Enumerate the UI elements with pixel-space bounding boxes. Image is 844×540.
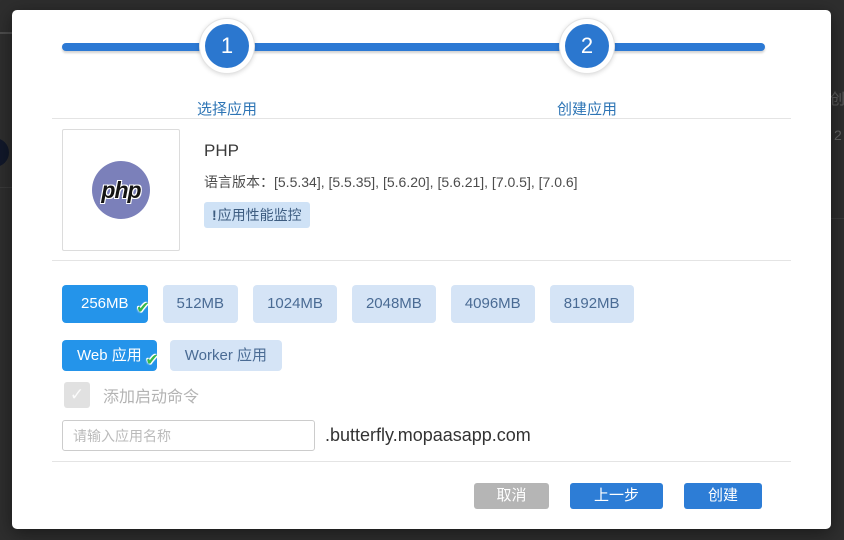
create-button[interactable]: 创建 [684,483,762,509]
selected-check-icon: ✔ [145,352,159,369]
app-type-option-worker[interactable]: Worker 应用 ✔ [169,340,282,371]
apm-badge-label: 应用性能监控 [217,207,302,223]
memory-option-label: 256MB [81,295,129,312]
exclamation-icon: ! [212,207,217,223]
background-fragment-line [0,32,12,34]
dialog-footer: 取消 上一步 创建 [12,483,762,509]
step-2-number: 2 [565,24,609,68]
domain-suffix: .butterfly.mopaasapp.com [325,425,531,445]
memory-options-row: 256MB ✔ 512MB ✔ 1024MB ✔ 2048MB ✔ 4096MB… [62,285,634,323]
php-logo-icon: php [92,161,150,219]
cancel-button[interactable]: 取消 [474,483,549,509]
create-app-dialog: 1 2 选择应用 创建应用 php PHP 语言版本：[5.5.34], [5.… [12,10,831,529]
memory-option-label: 8192MB [563,295,620,312]
selected-app-card: php [62,129,180,251]
background-text-fragment: 2 [834,127,842,143]
step-1-node[interactable]: 1 [199,18,255,74]
memory-option-2048mb[interactable]: 2048MB ✔ [351,285,436,323]
memory-option-256mb[interactable]: 256MB ✔ [62,285,150,323]
step-1-number: 1 [205,24,249,68]
stepper-progress-bar [62,43,765,51]
divider [52,260,791,261]
background-fragment-line [831,218,844,219]
app-info: PHP 语言版本：[5.5.34], [5.5.35], [5.6.20], [… [204,141,578,228]
selected-check-icon: ✔ [136,300,150,317]
previous-step-button[interactable]: 上一步 [570,483,663,509]
app-name-row: .butterfly.mopaasapp.com [62,420,531,451]
app-type-label: Web 应用 [77,347,142,364]
app-type-option-web[interactable]: Web 应用 ✔ [62,340,159,371]
app-type-label: Worker 应用 [184,347,267,364]
checkbox-check-icon: ✓ [69,385,85,404]
step-2-label: 创建应用 [556,101,617,118]
divider [52,461,791,462]
step-1-label: 选择应用 [196,101,257,118]
background-fragment-line [0,187,12,188]
app-name-input[interactable] [62,420,315,451]
memory-option-label: 512MB [176,295,225,312]
memory-option-4096mb[interactable]: 4096MB ✔ [450,285,535,323]
app-type-row: Web 应用 ✔ Worker 应用 ✔ [62,340,282,371]
php-logo-text: php [101,176,141,203]
apm-badge: !应用性能监控 [204,202,310,228]
memory-option-label: 1024MB [267,295,323,312]
divider [52,118,791,119]
startup-command-label: 添加启动命令 [103,389,200,406]
memory-option-1024mb[interactable]: 1024MB ✔ [253,285,337,323]
memory-option-512mb[interactable]: 512MB ✔ [162,285,239,323]
background-logo-circle [0,138,9,167]
app-versions: 语言版本：[5.5.34], [5.5.35], [5.6.20], [5.6.… [204,174,578,190]
step-2-node[interactable]: 2 [559,18,615,74]
memory-option-8192mb[interactable]: 8192MB ✔ [549,285,634,323]
startup-command-checkbox[interactable]: ✓ [64,382,90,408]
background-text-fragment: 创 [830,91,844,108]
memory-option-label: 2048MB [365,295,422,312]
startup-command-row: ✓ 添加启动命令 [64,382,199,408]
memory-option-label: 4096MB [464,295,521,312]
app-title: PHP [204,141,239,160]
